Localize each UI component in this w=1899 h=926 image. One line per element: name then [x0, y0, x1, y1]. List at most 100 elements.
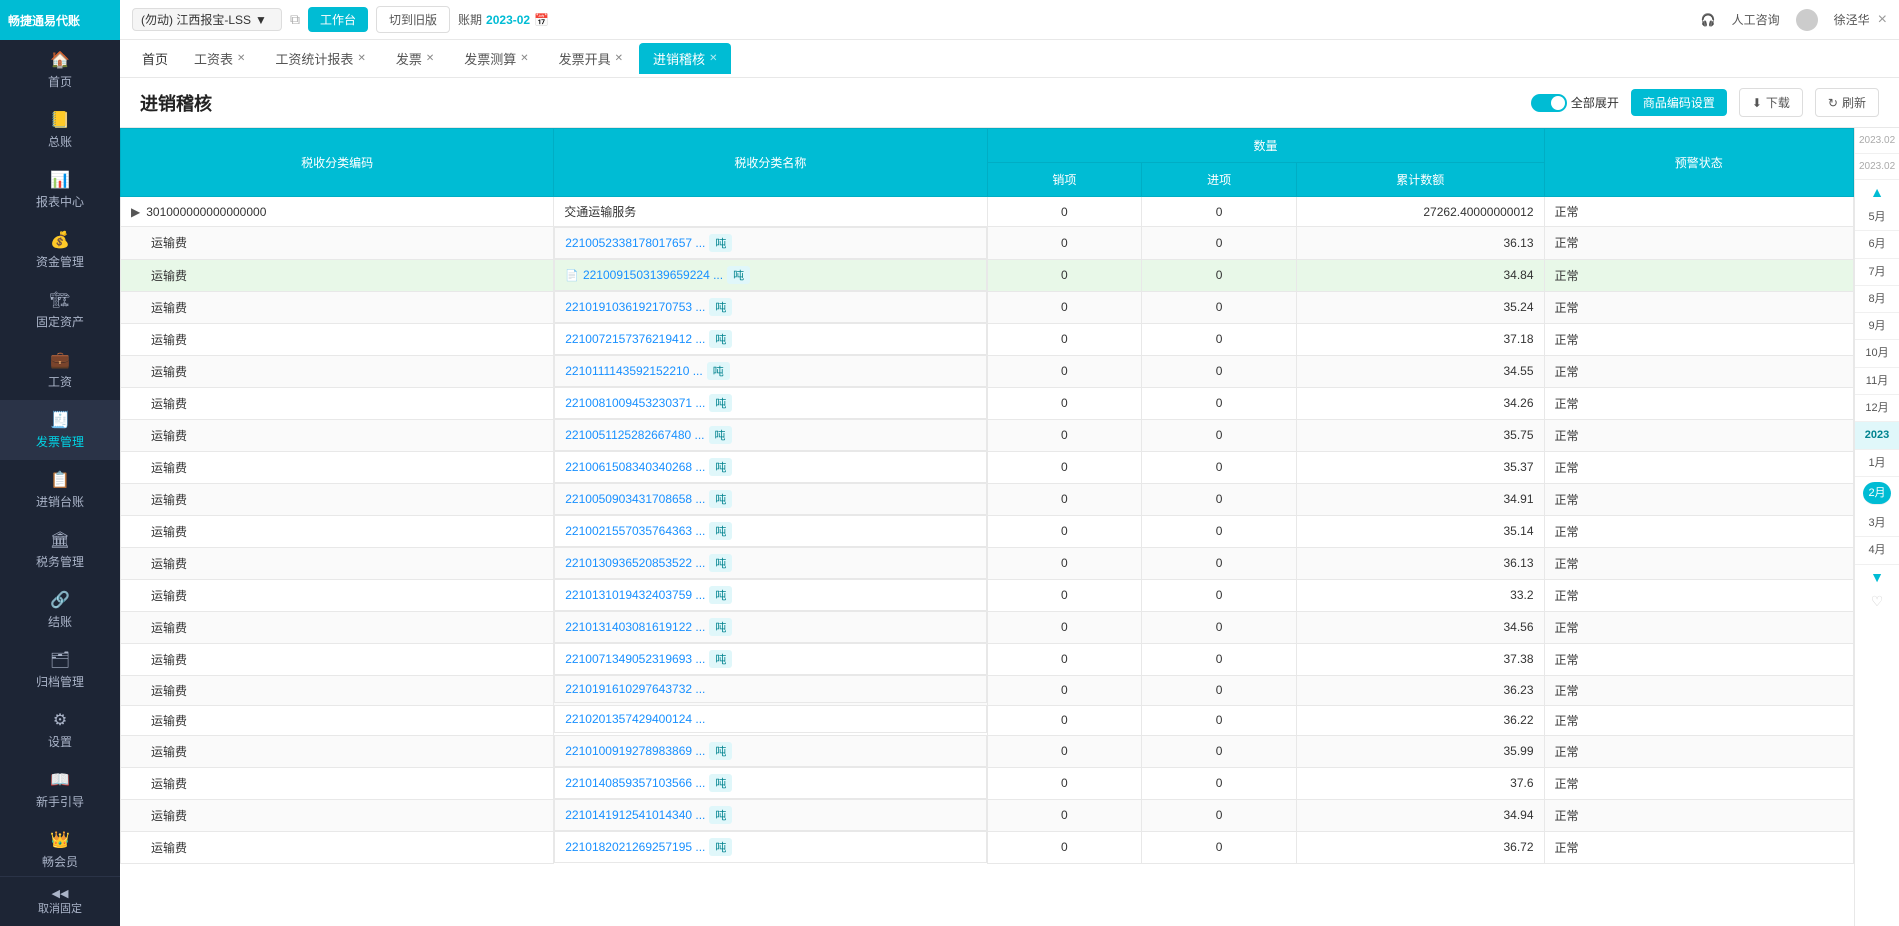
invoice-number[interactable]: 2210182021269257195 ... [565, 840, 705, 854]
invoice-number[interactable]: 2210091503139659224 ... [583, 268, 723, 282]
invoice-number[interactable]: 2210061508340340268 ... [565, 460, 705, 474]
invoice-number[interactable]: 2210051125282667480 ... [565, 428, 704, 442]
invoice-number[interactable]: 2210131019432403759 ... [565, 588, 705, 602]
company-selector[interactable]: (勿动) 江西报宝-LSS ▼ [132, 8, 282, 31]
workbench-button[interactable]: 工作台 [308, 7, 368, 32]
sidebar-item-assets[interactable]: 🏗 固定资产 [0, 280, 120, 340]
sidebar-item-archive[interactable]: 🗂 归档管理 [0, 640, 120, 700]
product-code-settings-button[interactable]: 商品编码设置 [1631, 89, 1727, 116]
copy-icon[interactable]: ⧉ [290, 11, 300, 28]
invoice-number[interactable]: 2210191610297643732 ... [565, 682, 705, 696]
table-row[interactable]: 运输费2210100919278983869 ...吨0035.99正常 [121, 735, 1854, 767]
sidebar-footer-unpin[interactable]: ◀◀ 取消固定 [0, 876, 120, 926]
sidebar-item-home[interactable]: 🏠 首页 [0, 40, 120, 100]
download-button[interactable]: ⬇ 下载 [1739, 88, 1803, 117]
switch-version-button[interactable]: 切到旧版 [376, 6, 450, 33]
invoice-number[interactable]: 2210111143592152210 ... [565, 364, 702, 378]
month-11[interactable]: 11月 [1855, 368, 1899, 395]
active-month-2[interactable]: 2月 [1863, 482, 1891, 505]
table-row[interactable]: 运输费2210201357429400124 ...0036.22正常 [121, 705, 1854, 735]
month-12[interactable]: 12月 [1855, 395, 1899, 422]
table-row[interactable]: 运输费2210140859357103566 ...吨0037.6正常 [121, 767, 1854, 799]
invoice-number[interactable]: 2210141912541014340 ... [565, 808, 705, 822]
table-row[interactable]: 运输费2210131403081619122 ...吨0034.56正常 [121, 611, 1854, 643]
table-row[interactable]: ▶301000000000000000交通运输服务0027262.4000000… [121, 197, 1854, 227]
table-row[interactable]: 运输费📄2210091503139659224 ...吨0034.84正常 [121, 259, 1854, 291]
close-button[interactable]: × [1878, 11, 1887, 29]
month-1[interactable]: 1月 [1855, 450, 1899, 477]
support-label[interactable]: 人工咨询 [1732, 11, 1780, 28]
table-row[interactable]: 运输费2210081009453230371 ...吨0034.26正常 [121, 387, 1854, 419]
sidebar-item-tax[interactable]: 🏛 税务管理 [0, 520, 120, 580]
invoice-number[interactable]: 2210081009453230371 ... [565, 396, 705, 410]
table-row[interactable]: 运输费2210050903431708658 ...吨0034.91正常 [121, 483, 1854, 515]
sidebar-item-checkout[interactable]: 🔗 结账 [0, 580, 120, 640]
table-row[interactable]: 运输费2210052338178017657 ...吨0036.13正常 [121, 227, 1854, 260]
expand-all-toggle[interactable]: 全部展开 [1531, 94, 1619, 112]
tab-close-icon[interactable]: ✕ [357, 53, 365, 64]
table-row[interactable]: 运输费2210072157376219412 ...吨0037.18正常 [121, 323, 1854, 355]
sidebar-item-ledger[interactable]: 📒 总账 [0, 100, 120, 160]
calendar-icon[interactable]: 📅 [534, 13, 549, 27]
table-row[interactable]: 运输费2210191036192170753 ...吨0035.24正常 [121, 291, 1854, 323]
tab-close-icon[interactable]: ✕ [709, 53, 717, 64]
favorite-icon[interactable]: ♡ [1855, 589, 1899, 614]
toggle-switch[interactable] [1531, 94, 1567, 112]
table-row[interactable]: 运输费2210061508340340268 ...吨0035.37正常 [121, 451, 1854, 483]
tab-sales-reconcile[interactable]: 进销稽核 ✕ [639, 43, 731, 74]
sidebar-item-sales-ledger[interactable]: 📋 进销台账 [0, 460, 120, 520]
invoice-number[interactable]: 2210131403081619122 ... [565, 620, 705, 634]
tab-home[interactable]: 首页 [132, 43, 178, 74]
invoice-number[interactable]: 2210140859357103566 ... [565, 776, 705, 790]
scroll-down-icon[interactable]: ▼ [1855, 565, 1899, 589]
table-row[interactable]: 运输费2210131019432403759 ...吨0033.2正常 [121, 579, 1854, 611]
cell-sales: 0 [987, 323, 1142, 355]
table-row[interactable]: 运输费2210130936520853522 ...吨0036.13正常 [121, 547, 1854, 579]
month-10[interactable]: 10月 [1855, 340, 1899, 367]
tab-payroll-stats[interactable]: 工资统计报表 ✕ [261, 43, 379, 74]
sidebar-item-guide[interactable]: 📖 新手引导 [0, 760, 120, 820]
table-row[interactable]: 运输费2210182021269257195 ...吨0036.72正常 [121, 831, 1854, 863]
sidebar-item-invoice[interactable]: 🧾 发票管理 [0, 400, 120, 460]
tab-close-icon[interactable]: ✕ [237, 53, 245, 64]
sidebar-item-funds[interactable]: 💰 资金管理 [0, 220, 120, 280]
scroll-up-icon[interactable]: ▲ [1855, 180, 1899, 204]
month-5[interactable]: 5月 [1855, 204, 1899, 231]
invoice-number[interactable]: 2210052338178017657 ... [565, 236, 705, 250]
sidebar-item-reports[interactable]: 📊 报表中心 [0, 160, 120, 220]
sidebar-item-settings[interactable]: ⚙ 设置 [0, 700, 120, 760]
month-7[interactable]: 7月 [1855, 259, 1899, 286]
table-row[interactable]: 运输费2210191610297643732 ...0036.23正常 [121, 675, 1854, 705]
table-row[interactable]: 运输费2210021557035764363 ...吨0035.14正常 [121, 515, 1854, 547]
table-wrapper[interactable]: 税收分类编码 税收分类名称 数量 预警状态 销项 进项 累计数额 ▶301000… [120, 128, 1854, 926]
month-6[interactable]: 6月 [1855, 231, 1899, 258]
table-row[interactable]: 运输费2210141912541014340 ...吨0034.94正常 [121, 799, 1854, 831]
tab-invoice-issue[interactable]: 发票开具 ✕ [545, 43, 637, 74]
tab-payroll-table[interactable]: 工资表 ✕ [180, 43, 259, 74]
tab-invoice-calc[interactable]: 发票测算 ✕ [450, 43, 542, 74]
invoice-number[interactable]: 2210071349052319693 ... [565, 652, 705, 666]
invoice-number[interactable]: 2210201357429400124 ... [565, 712, 705, 726]
month-9[interactable]: 9月 [1855, 313, 1899, 340]
refresh-button[interactable]: ↻ 刷新 [1815, 88, 1879, 117]
table-row[interactable]: 运输费2210111143592152210 ...吨0034.55正常 [121, 355, 1854, 387]
tab-close-icon[interactable]: ✕ [426, 53, 434, 64]
invoice-number[interactable]: 2210100919278983869 ... [565, 744, 705, 758]
expand-icon[interactable]: ▶ [131, 205, 140, 219]
table-row[interactable]: 运输费2210051125282667480 ...吨0035.75正常 [121, 419, 1854, 451]
invoice-number[interactable]: 2210191036192170753 ... [565, 300, 705, 314]
unit-tag: 吨 [709, 394, 732, 412]
invoice-number[interactable]: 2210130936520853522 ... [565, 556, 705, 570]
table-row[interactable]: 运输费2210071349052319693 ...吨0037.38正常 [121, 643, 1854, 675]
month-8[interactable]: 8月 [1855, 286, 1899, 313]
sidebar-item-member[interactable]: 👑 畅会员 [0, 820, 120, 876]
tab-invoice[interactable]: 发票 ✕ [382, 43, 448, 74]
invoice-number[interactable]: 2210072157376219412 ... [565, 332, 705, 346]
invoice-number[interactable]: 2210021557035764363 ... [565, 524, 705, 538]
invoice-number[interactable]: 2210050903431708658 ... [565, 492, 705, 506]
tab-close-icon[interactable]: ✕ [615, 53, 623, 64]
month-4[interactable]: 4月 [1855, 537, 1899, 564]
sidebar-item-payroll[interactable]: 💼 工资 [0, 340, 120, 400]
month-3[interactable]: 3月 [1855, 510, 1899, 537]
tab-close-icon[interactable]: ✕ [520, 53, 528, 64]
